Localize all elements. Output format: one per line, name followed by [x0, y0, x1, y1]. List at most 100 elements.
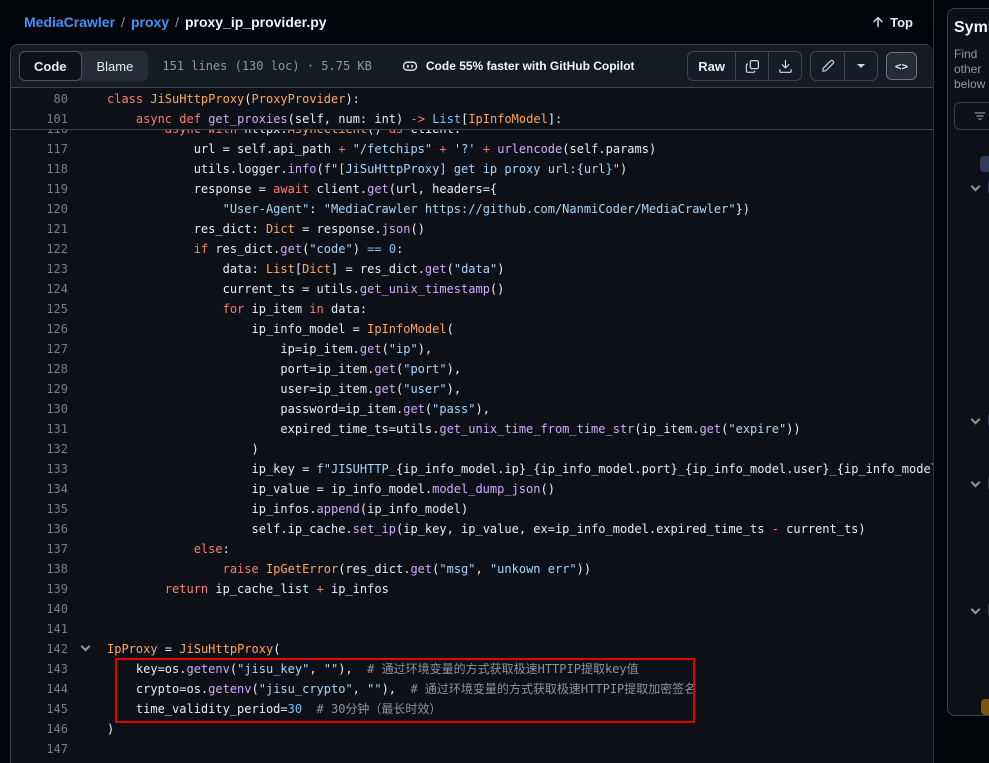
line-number[interactable]: 139: [11, 582, 68, 596]
code-line: 136 self.ip_cache.set_ip(ip_key, ip_valu…: [11, 519, 933, 539]
fold-gutter: [68, 399, 107, 419]
raw-button[interactable]: Raw: [688, 52, 735, 80]
fold-gutter: [68, 479, 107, 499]
fold-gutter: [68, 379, 107, 399]
line-number[interactable]: 128: [11, 362, 68, 376]
code-line: 126 ip_info_model = IpInfoModel(: [11, 319, 933, 339]
code-line: 141: [11, 619, 933, 639]
line-number[interactable]: 133: [11, 462, 68, 476]
line-number[interactable]: 136: [11, 522, 68, 536]
symbols-filter-input[interactable]: [954, 102, 989, 130]
back-to-top-link[interactable]: Top: [871, 15, 913, 30]
description-line: below: [954, 77, 989, 92]
line-number[interactable]: 117: [11, 142, 68, 156]
chevron-down-icon[interactable]: [971, 478, 981, 488]
fold-gutter: [68, 579, 107, 599]
code-text: return ip_cache_list + ip_infos: [107, 579, 933, 599]
code-line: 135 ip_infos.append(ip_info_model): [11, 499, 933, 519]
line-number[interactable]: 146: [11, 722, 68, 736]
breadcrumb-folder-link[interactable]: proxy: [131, 14, 169, 30]
code-text: "User-Agent": "MediaCrawler https://gith…: [107, 199, 933, 219]
chevron-down-icon[interactable]: [971, 415, 981, 425]
line-number[interactable]: 123: [11, 262, 68, 276]
code-text: self.ip_cache.set_ip(ip_key, ip_value, e…: [107, 519, 933, 539]
download-icon: [778, 59, 793, 74]
code-text: ip_infos.append(ip_info_model): [107, 499, 933, 519]
line-number[interactable]: 80: [11, 92, 68, 106]
breadcrumb-repo-link[interactable]: MediaCrawler: [24, 14, 115, 30]
code-line: 134 ip_value = ip_info_model.model_dump_…: [11, 479, 933, 499]
code-lines: 116 async with httpx.AsyncClient() as cl…: [11, 89, 933, 759]
line-number[interactable]: 147: [11, 742, 68, 756]
line-number[interactable]: 124: [11, 282, 68, 296]
line-number[interactable]: 144: [11, 682, 68, 696]
line-number[interactable]: 122: [11, 242, 68, 256]
line-number[interactable]: 131: [11, 422, 68, 436]
code-line: 132 ): [11, 439, 933, 459]
code-text: expired_time_ts=utils.get_unix_time_from…: [107, 419, 933, 439]
tab-blame[interactable]: Blame: [82, 51, 149, 81]
code-line: 128 port=ip_item.get("port"),: [11, 359, 933, 379]
description-line: Find: [954, 47, 989, 62]
line-number[interactable]: 134: [11, 482, 68, 496]
symbol-item[interactable]: [948, 602, 989, 626]
line-number[interactable]: 138: [11, 562, 68, 576]
line-number[interactable]: 121: [11, 222, 68, 236]
code-line: 129 user=ip_item.get("user"),: [11, 379, 933, 399]
line-number[interactable]: 127: [11, 342, 68, 356]
edit-button[interactable]: [811, 52, 844, 80]
symbol-item[interactable]: [948, 475, 989, 499]
code-view-column: MediaCrawler / proxy / proxy_ip_provider…: [0, 0, 934, 763]
fold-chevron-icon[interactable]: [81, 642, 91, 652]
line-number[interactable]: 132: [11, 442, 68, 456]
line-number[interactable]: 137: [11, 542, 68, 556]
line-number[interactable]: 129: [11, 382, 68, 396]
line-number[interactable]: 143: [11, 662, 68, 676]
line-number[interactable]: 126: [11, 322, 68, 336]
line-number[interactable]: 120: [11, 202, 68, 216]
line-number[interactable]: 119: [11, 182, 68, 196]
symbol-item[interactable]: [948, 699, 989, 716]
code-line: 142 IpProxy = JiSuHttpProxy(: [11, 639, 933, 659]
sticky-context-lines: 80class JiSuHttpProxy(ProxyProvider):101…: [11, 89, 933, 130]
code-text: user=ip_item.get("user"),: [107, 379, 933, 399]
line-number[interactable]: 130: [11, 402, 68, 416]
code-text: utils.logger.info(f"[JiSuHttpProxy] get …: [107, 159, 933, 179]
download-button[interactable]: [768, 52, 801, 80]
code-area: 116 async with httpx.AsyncClient() as cl…: [11, 89, 933, 763]
symbol-item[interactable]: [948, 412, 989, 436]
line-number[interactable]: 141: [11, 622, 68, 636]
line-number[interactable]: 135: [11, 502, 68, 516]
line-number[interactable]: 140: [11, 602, 68, 616]
tab-code[interactable]: Code: [19, 51, 82, 81]
breadcrumb-filename: proxy_ip_provider.py: [185, 14, 327, 30]
file-container: Code Blame 151 lines (130 loc) · 5.75 KB…: [10, 44, 933, 763]
line-number[interactable]: 118: [11, 162, 68, 176]
code-line: 124 current_ts = utils.get_unix_timestam…: [11, 279, 933, 299]
symbol-item[interactable]: [948, 156, 989, 180]
fold-gutter: [68, 679, 107, 699]
code-line: 122 if res_dict.get("code") == 0:: [11, 239, 933, 259]
code-line: 133 ip_key = f"JISUHTTP_{ip_info_model.i…: [11, 459, 933, 479]
line-number[interactable]: 101: [11, 112, 68, 126]
code-text: port=ip_item.get("port"),: [107, 359, 933, 379]
fold-gutter: [68, 519, 107, 539]
description-line: other: [954, 62, 989, 77]
symbol-item[interactable]: [948, 179, 989, 203]
code-text: password=ip_item.get("pass"),: [107, 399, 933, 419]
line-number[interactable]: 125: [11, 302, 68, 316]
chevron-down-icon[interactable]: [971, 605, 981, 615]
code-text: IpProxy = JiSuHttpProxy(: [107, 639, 933, 659]
code-text: url = self.api_path + "/fetchips" + '?' …: [107, 139, 933, 159]
edit-dropdown-button[interactable]: [844, 52, 877, 80]
code-line: 101 async def get_proxies(self, num: int…: [11, 109, 933, 129]
line-number[interactable]: 145: [11, 702, 68, 716]
code-line: 130 password=ip_item.get("pass"),: [11, 399, 933, 419]
copy-button[interactable]: [735, 52, 768, 80]
copilot-banner[interactable]: Code 55% faster with GitHub Copilot: [402, 58, 635, 74]
fold-gutter: [68, 319, 107, 339]
line-number[interactable]: 142: [11, 642, 68, 656]
code-text: for ip_item in data:: [107, 299, 933, 319]
chevron-down-icon[interactable]: [971, 182, 981, 192]
symbols-toggle-button[interactable]: <>: [886, 52, 917, 80]
